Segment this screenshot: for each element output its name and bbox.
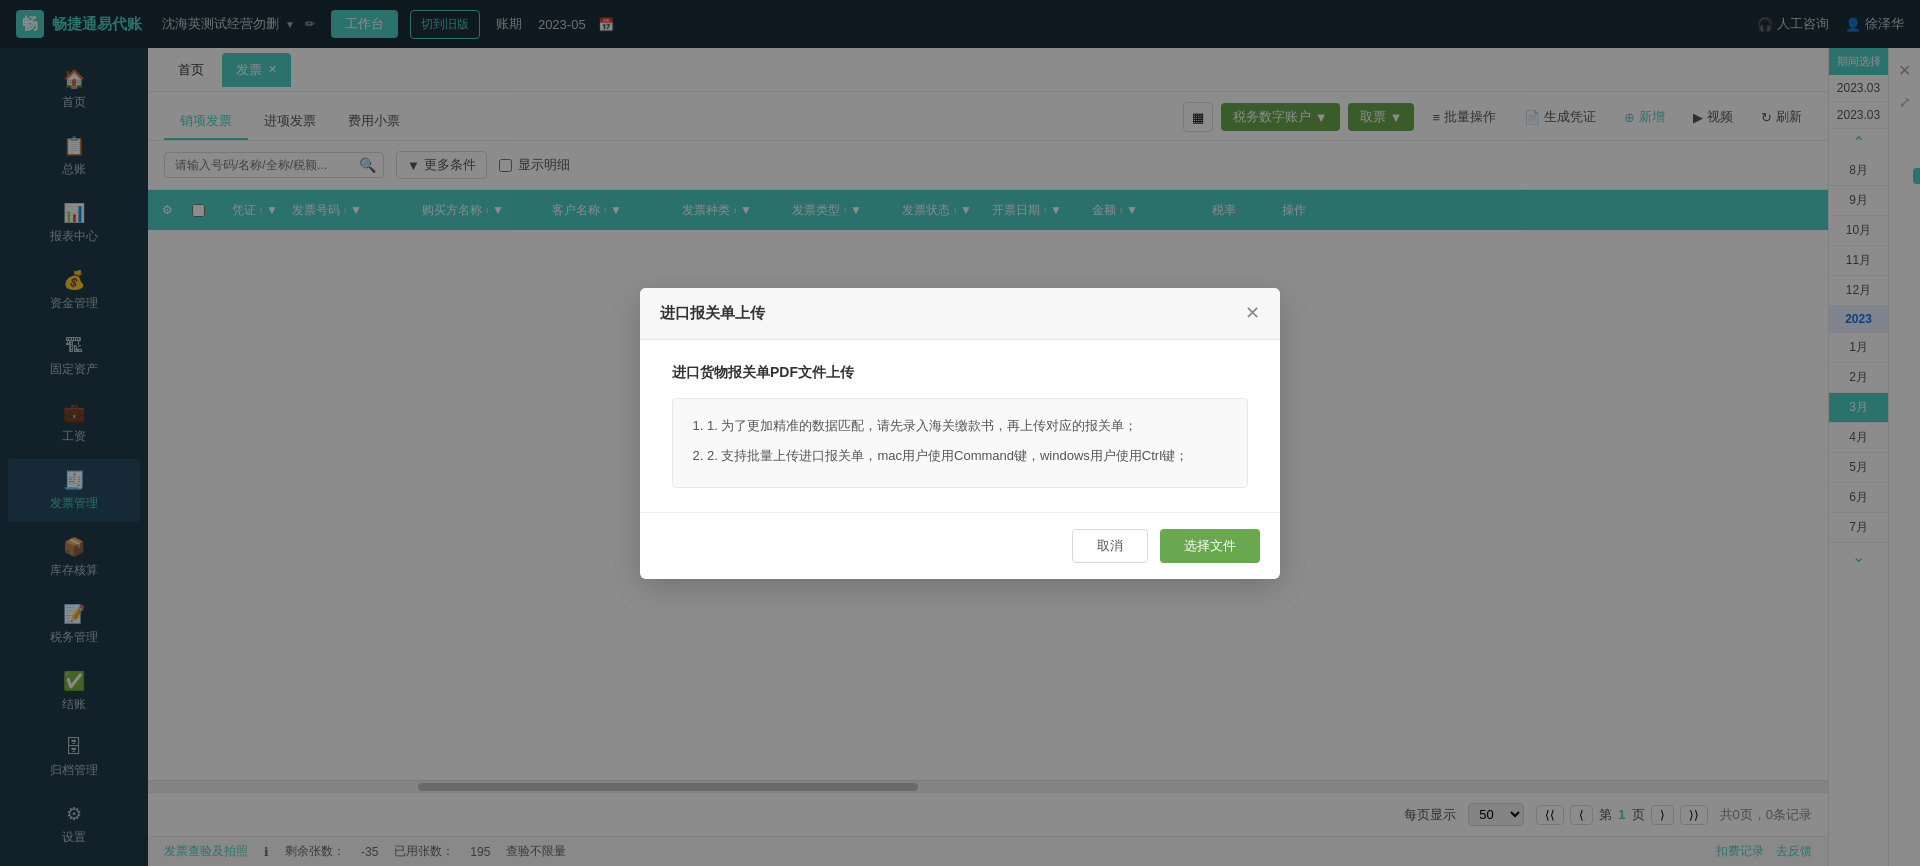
- import-customs-modal: 进口报关单上传 ✕ 进口货物报关单PDF文件上传 1. 为了更加精准的数据匹配，…: [640, 288, 1280, 579]
- modal-body: 进口货物报关单PDF文件上传 1. 为了更加精准的数据匹配，请先录入海关缴款书，…: [640, 340, 1280, 512]
- modal-tip-1: 1. 为了更加精准的数据匹配，请先录入海关缴款书，再上传对应的报关单；: [707, 413, 1229, 439]
- modal-overlay: 进口报关单上传 ✕ 进口货物报关单PDF文件上传 1. 为了更加精准的数据匹配，…: [0, 0, 1920, 866]
- modal-close-button[interactable]: ✕: [1245, 304, 1260, 322]
- cancel-button[interactable]: 取消: [1072, 529, 1148, 563]
- modal-footer: 取消 选择文件: [640, 512, 1280, 579]
- modal-title: 进口报关单上传: [660, 304, 765, 323]
- select-file-button[interactable]: 选择文件: [1160, 529, 1260, 563]
- modal-tip-2: 2. 支持批量上传进口报关单，mac用户使用Command键，windows用户…: [707, 443, 1229, 469]
- modal-header: 进口报关单上传 ✕: [640, 288, 1280, 340]
- modal-info-box: 1. 为了更加精准的数据匹配，请先录入海关缴款书，再上传对应的报关单； 2. 支…: [672, 398, 1248, 488]
- modal-section-title: 进口货物报关单PDF文件上传: [672, 364, 1248, 382]
